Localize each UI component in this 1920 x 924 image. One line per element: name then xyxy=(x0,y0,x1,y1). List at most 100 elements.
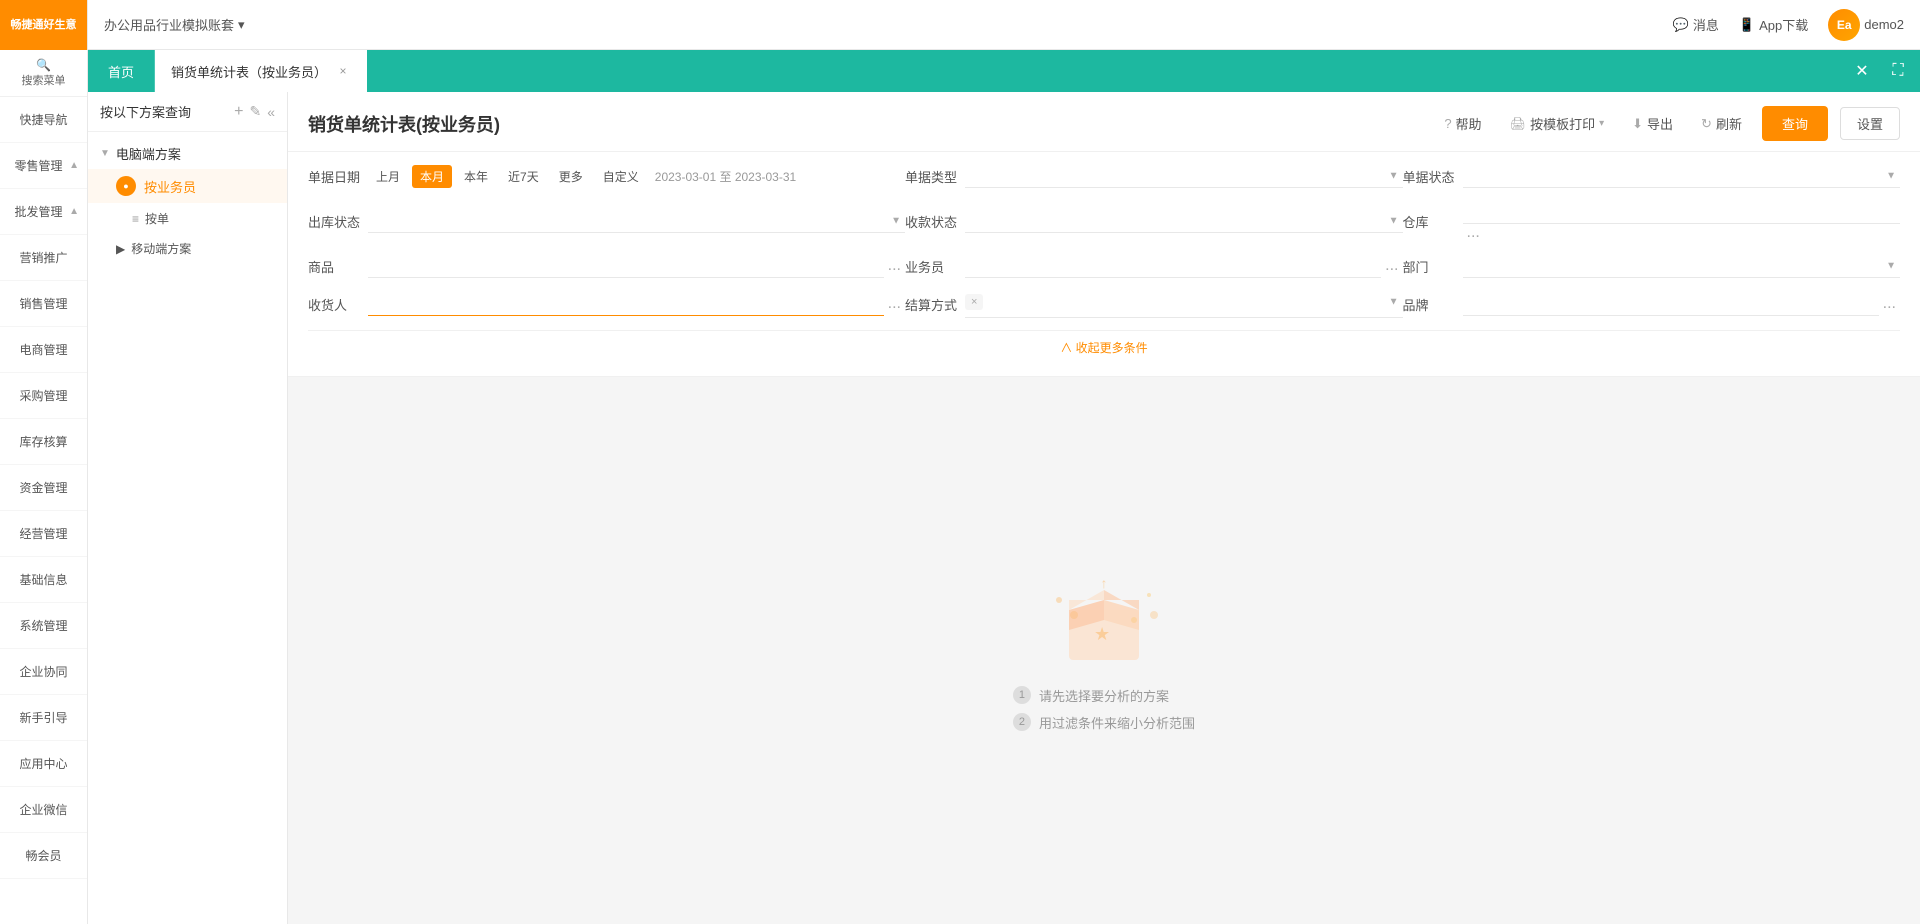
sidebar-item-marketing[interactable]: 营销推广 xyxy=(0,235,87,281)
sidebar-item-sales[interactable]: 销售管理 xyxy=(0,281,87,327)
print-btn[interactable]: 🖨 按模板打印 ▾ xyxy=(1502,110,1613,137)
collapse-label: ∧ 收起更多条件 xyxy=(1060,341,1147,355)
hint-num-2: 2 xyxy=(1013,713,1031,731)
export-btn[interactable]: ⬇ 导出 xyxy=(1624,110,1681,137)
sidebar-item-ecommerce[interactable]: 电商管理 xyxy=(0,327,87,373)
sidebar: 畅捷通好生意 🔍 搜索菜单 快捷导航 零售管理 ▲ 批发管理 ▲ 营销推广 销售… xyxy=(0,0,88,924)
quick-nav-label: 快捷导航 xyxy=(19,111,67,128)
finance-label: 资金管理 xyxy=(19,479,67,496)
print-arrow: ▾ xyxy=(1599,118,1604,129)
salesperson-input[interactable] xyxy=(965,254,1381,278)
consignee-dots[interactable]: ... xyxy=(884,295,905,313)
date-btn-last-month[interactable]: 上月 xyxy=(368,165,408,188)
brand-dots[interactable]: ... xyxy=(1879,295,1900,313)
brand-input[interactable] xyxy=(1463,292,1879,316)
purchase-label: 采购管理 xyxy=(19,387,67,404)
doc-status-label: 单据状态 xyxy=(1403,167,1463,186)
query-button[interactable]: 查询 xyxy=(1762,106,1828,141)
collapse-panel-btn[interactable]: « xyxy=(267,104,275,120)
refresh-label: 刷新 xyxy=(1716,114,1742,133)
date-btn-7days[interactable]: 近7天 xyxy=(500,165,547,188)
sidebar-item-quick-nav[interactable]: 快捷导航 xyxy=(0,97,87,143)
sidebar-item-basic-info[interactable]: 基础信息 xyxy=(0,557,87,603)
date-btn-this-year[interactable]: 本年 xyxy=(456,165,496,188)
user-menu[interactable]: Ea demo2 xyxy=(1828,9,1904,41)
hint-text-2: 用过滤条件来缩小分析范围 xyxy=(1039,713,1195,732)
sidebar-item-wholesale[interactable]: 批发管理 ▲ xyxy=(0,189,87,235)
settlement-clear-x[interactable]: × xyxy=(971,296,977,308)
doc-type-select[interactable] xyxy=(965,164,1403,188)
date-range-text: 2023-03-01 至 2023-03-31 xyxy=(655,168,796,185)
stock-status-select[interactable] xyxy=(368,209,905,233)
tab-home[interactable]: 首页 xyxy=(88,50,155,92)
salesperson-dots[interactable]: ... xyxy=(1381,257,1402,275)
scheme-icon-salesperson: ● xyxy=(116,176,136,196)
filter-doc-status: 单据状态 xyxy=(1403,164,1901,188)
tab-active[interactable]: 销货单统计表（按业务员） × xyxy=(155,50,367,92)
date-btn-more[interactable]: 更多 xyxy=(551,165,591,188)
salesperson-control: ... xyxy=(965,254,1403,278)
sidebar-item-retail[interactable]: 零售管理 ▲ xyxy=(0,143,87,189)
sidebar-item-finance[interactable]: 资金管理 xyxy=(0,465,87,511)
payment-status-label: 收款状态 xyxy=(905,212,965,231)
breadcrumb-dropdown[interactable]: 办公用品行业模拟账套 ▾ xyxy=(104,15,245,34)
wholesale-arrow: ▲ xyxy=(69,206,79,217)
sidebar-item-system[interactable]: 系统管理 xyxy=(0,603,87,649)
consignee-control: ... xyxy=(368,292,905,316)
hint-text-1: 请先选择要分析的方案 xyxy=(1039,686,1169,705)
doc-status-select[interactable] xyxy=(1463,164,1901,188)
date-btn-custom[interactable]: 自定义 xyxy=(595,165,647,188)
goods-input[interactable] xyxy=(368,254,884,278)
consignee-label: 收货人 xyxy=(308,295,368,314)
message-btn[interactable]: 💬 消息 xyxy=(1673,15,1719,34)
warehouse-control: ... xyxy=(1463,200,1901,242)
help-btn[interactable]: ? 帮助 xyxy=(1436,110,1489,137)
filter-warehouse: 仓库 ... xyxy=(1403,200,1901,242)
left-panel: 按以下方案查询 + ✎ « ▼ 电脑端方案 ● 按业务员 xyxy=(88,92,288,924)
tab-close-btn[interactable]: × xyxy=(335,63,351,79)
sidebar-item-guide[interactable]: 新手引导 xyxy=(0,695,87,741)
sidebar-item-app-center[interactable]: 应用中心 xyxy=(0,741,87,787)
filter-payment-status: 收款状态 xyxy=(905,209,1403,233)
app-logo: 畅捷通好生意 xyxy=(0,0,87,50)
settlement-select[interactable] xyxy=(983,290,1402,313)
breadcrumb-text: 办公用品行业模拟账套 xyxy=(104,15,234,34)
sidebar-item-operations[interactable]: 经营管理 xyxy=(0,511,87,557)
sidebar-item-enterprise[interactable]: 企业协同 xyxy=(0,649,87,695)
refresh-btn[interactable]: ↻ 刷新 xyxy=(1693,110,1750,137)
desktop-section-title[interactable]: ▼ 电脑端方案 xyxy=(88,138,287,169)
enterprise-label: 企业协同 xyxy=(19,663,67,680)
sidebar-item-wechat[interactable]: 企业微信 xyxy=(0,787,87,833)
scheme-item-doc[interactable]: ≡ 按单 xyxy=(88,203,287,234)
mobile-arrow: ▶ xyxy=(116,242,125,256)
collapse-bar[interactable]: ∧ 收起更多条件 xyxy=(308,330,1900,364)
scheme-item-salesperson[interactable]: ● 按业务员 xyxy=(88,169,287,203)
date-btn-this-month[interactable]: 本月 xyxy=(412,165,452,188)
salesperson-label: 业务员 xyxy=(905,257,965,276)
goods-dots[interactable]: ... xyxy=(884,257,905,275)
filter-salesperson: 业务员 ... xyxy=(905,254,1403,278)
payment-status-select[interactable] xyxy=(965,209,1403,233)
warehouse-input[interactable] xyxy=(1463,200,1901,224)
department-select[interactable] xyxy=(1463,254,1901,278)
doc-icon: ≡ xyxy=(132,212,139,226)
window-expand-btn[interactable]: ⛶ xyxy=(1884,57,1912,85)
marketing-label: 营销推广 xyxy=(19,249,67,266)
sidebar-item-purchase[interactable]: 采购管理 xyxy=(0,373,87,419)
add-scheme-btn[interactable]: + xyxy=(234,103,243,121)
window-close-btn[interactable]: ✕ xyxy=(1848,57,1876,85)
goods-label: 商品 xyxy=(308,257,368,276)
warehouse-dots[interactable]: ... xyxy=(1463,224,1484,241)
sidebar-item-inventory[interactable]: 库存核算 xyxy=(0,419,87,465)
edit-scheme-btn[interactable]: ✎ xyxy=(249,103,261,120)
desktop-arrow: ▼ xyxy=(100,148,110,159)
settings-button[interactable]: 设置 xyxy=(1840,107,1900,140)
mobile-section-title[interactable]: ▶ 移动端方案 xyxy=(88,234,287,263)
desktop-label: 电脑端方案 xyxy=(116,144,181,163)
sidebar-search[interactable]: 🔍 搜索菜单 xyxy=(0,50,87,97)
sidebar-item-member[interactable]: 畅会员 xyxy=(0,833,87,879)
consignee-input[interactable] xyxy=(368,292,884,316)
goods-control: ... xyxy=(368,254,905,278)
app-download-btn[interactable]: 📱 App下载 xyxy=(1739,15,1808,34)
app-center-label: 应用中心 xyxy=(19,755,67,772)
